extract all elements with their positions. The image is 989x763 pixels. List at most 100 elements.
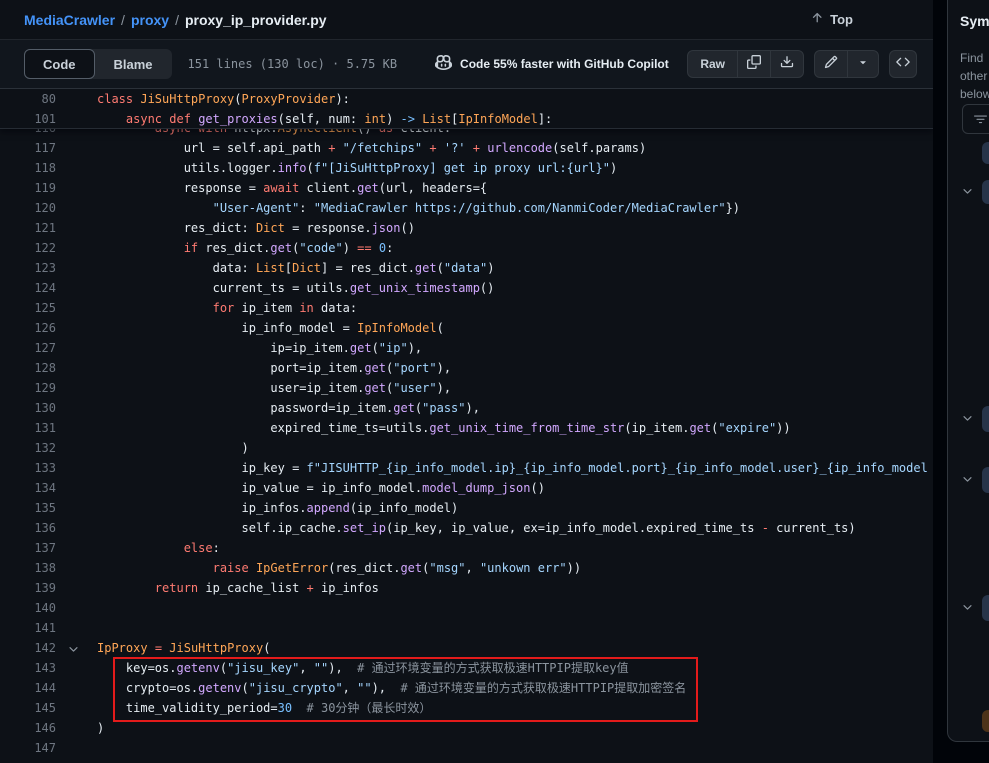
edit-file-button[interactable]: [815, 51, 847, 77]
code-token: for: [213, 301, 235, 315]
symbol-pill[interactable]: [982, 467, 989, 493]
line-number[interactable]: 135: [0, 498, 56, 518]
code-token: current_ts): [769, 521, 856, 535]
copilot-banner[interactable]: Code 55% faster with GitHub Copilot: [435, 54, 669, 74]
download-icon: [780, 55, 794, 74]
tab-code[interactable]: Code: [24, 49, 95, 79]
line-number[interactable]: 138: [0, 558, 56, 578]
line-number[interactable]: 128: [0, 358, 56, 378]
symbol-pill[interactable]: [982, 142, 989, 164]
symbol-pill[interactable]: [982, 406, 989, 432]
code-token: get: [393, 401, 415, 415]
line-number[interactable]: 120: [0, 198, 56, 218]
code-token: [335, 141, 342, 155]
chevron-down-icon[interactable]: [961, 185, 974, 203]
line-number[interactable]: 130: [0, 398, 56, 418]
code-token: "msg": [429, 561, 465, 575]
chevron-down-icon[interactable]: [961, 601, 974, 619]
code-line-133: 133 ip_key = f"JISUHTTP_{ip_info_model.i…: [0, 458, 933, 478]
copy-raw-button[interactable]: [737, 51, 770, 77]
line-number[interactable]: 124: [0, 278, 56, 298]
code-token: get: [357, 181, 379, 195]
symbol-pill[interactable]: [982, 710, 989, 732]
code-token: "expire": [718, 421, 776, 435]
code-blame-switch: Code Blame: [24, 49, 172, 79]
line-number[interactable]: 143: [0, 658, 56, 678]
tab-blame[interactable]: Blame: [95, 49, 172, 79]
arrow-up-icon: [810, 11, 824, 28]
line-number[interactable]: 140: [0, 598, 56, 618]
line-number[interactable]: 146: [0, 718, 56, 738]
code-token: ,: [466, 561, 480, 575]
line-number[interactable]: 147: [0, 738, 56, 758]
line-number[interactable]: 142: [0, 638, 56, 658]
code-text: if res_dict.get("code") == 0:: [97, 238, 393, 258]
line-number[interactable]: 119: [0, 178, 56, 198]
gutter-space: [56, 138, 97, 158]
code-token: current_ts = utils.: [97, 281, 350, 295]
symbols-filter-input[interactable]: [962, 104, 989, 134]
code-line-128: 128 port=ip_item.get("port"),: [0, 358, 933, 378]
line-number[interactable]: 133: [0, 458, 56, 478]
breadcrumb-separator: /: [121, 12, 125, 28]
symbol-pill[interactable]: [982, 595, 989, 621]
code-text: ip_key = f"JISUHTTP_{ip_info_model.ip}_{…: [97, 458, 928, 478]
code-text: data: List[Dict] = res_dict.get("data"): [97, 258, 494, 278]
chevron-down-icon[interactable]: [961, 473, 974, 491]
code-token: 0: [379, 241, 386, 255]
line-number[interactable]: 117: [0, 138, 56, 158]
line-number[interactable]: 122: [0, 238, 56, 258]
code-token: [437, 141, 444, 155]
code-text: ): [97, 718, 104, 738]
code-token: :: [386, 241, 393, 255]
sticky-scope-header: 80class JiSuHttpProxy(ProxyProvider):101…: [0, 89, 933, 129]
code-token: time_validity_period=: [97, 701, 278, 715]
download-button[interactable]: [770, 51, 803, 77]
code-text: "User-Agent": "MediaCrawler https://gith…: [97, 198, 740, 218]
gutter-space: [56, 158, 97, 178]
code-token: json: [372, 221, 401, 235]
gutter-space: [56, 418, 97, 438]
line-number[interactable]: 125: [0, 298, 56, 318]
code-token: get_unix_time_from_time_str: [429, 421, 624, 435]
line-number[interactable]: 121: [0, 218, 56, 238]
line-number[interactable]: 141: [0, 618, 56, 638]
line-number[interactable]: 80: [0, 89, 56, 109]
code-token: (: [242, 681, 249, 695]
line-number[interactable]: 137: [0, 538, 56, 558]
line-number[interactable]: 123: [0, 258, 56, 278]
code-line-127: 127 ip=ip_item.get("ip"),: [0, 338, 933, 358]
line-number[interactable]: 145: [0, 698, 56, 718]
edit-dropdown-button[interactable]: [847, 51, 878, 77]
code-token: -: [762, 521, 769, 535]
code-text: ip_info_model = IpInfoModel(: [97, 318, 444, 338]
back-to-top-button[interactable]: Top: [802, 7, 861, 32]
code-token: crypto=os.: [97, 681, 198, 695]
line-number[interactable]: 144: [0, 678, 56, 698]
line-number[interactable]: 118: [0, 158, 56, 178]
line-number[interactable]: 127: [0, 338, 56, 358]
code-token: [97, 301, 213, 315]
code-symbols-icon: [896, 55, 910, 74]
code-text: ): [97, 438, 249, 458]
panel-resize-handle[interactable]: [933, 0, 947, 763]
code-token: "": [314, 661, 328, 675]
breadcrumb-folder-link[interactable]: proxy: [131, 12, 169, 28]
line-number[interactable]: 126: [0, 318, 56, 338]
copilot-banner-text: Code 55% faster with GitHub Copilot: [460, 57, 669, 71]
line-number[interactable]: 136: [0, 518, 56, 538]
line-number[interactable]: 131: [0, 418, 56, 438]
line-number[interactable]: 134: [0, 478, 56, 498]
symbols-panel-toggle-button[interactable]: [889, 50, 917, 78]
line-number[interactable]: 129: [0, 378, 56, 398]
code-token: IpProxy: [97, 641, 148, 655]
chevron-down-icon[interactable]: [961, 412, 974, 430]
code-token: ): [386, 112, 400, 126]
line-number[interactable]: 101: [0, 109, 56, 129]
gutter-space: [56, 558, 97, 578]
breadcrumb-repo-link[interactable]: MediaCrawler: [24, 12, 115, 28]
line-number[interactable]: 132: [0, 438, 56, 458]
symbol-pill[interactable]: [982, 180, 989, 204]
line-number[interactable]: 139: [0, 578, 56, 598]
raw-button[interactable]: Raw: [688, 51, 737, 77]
